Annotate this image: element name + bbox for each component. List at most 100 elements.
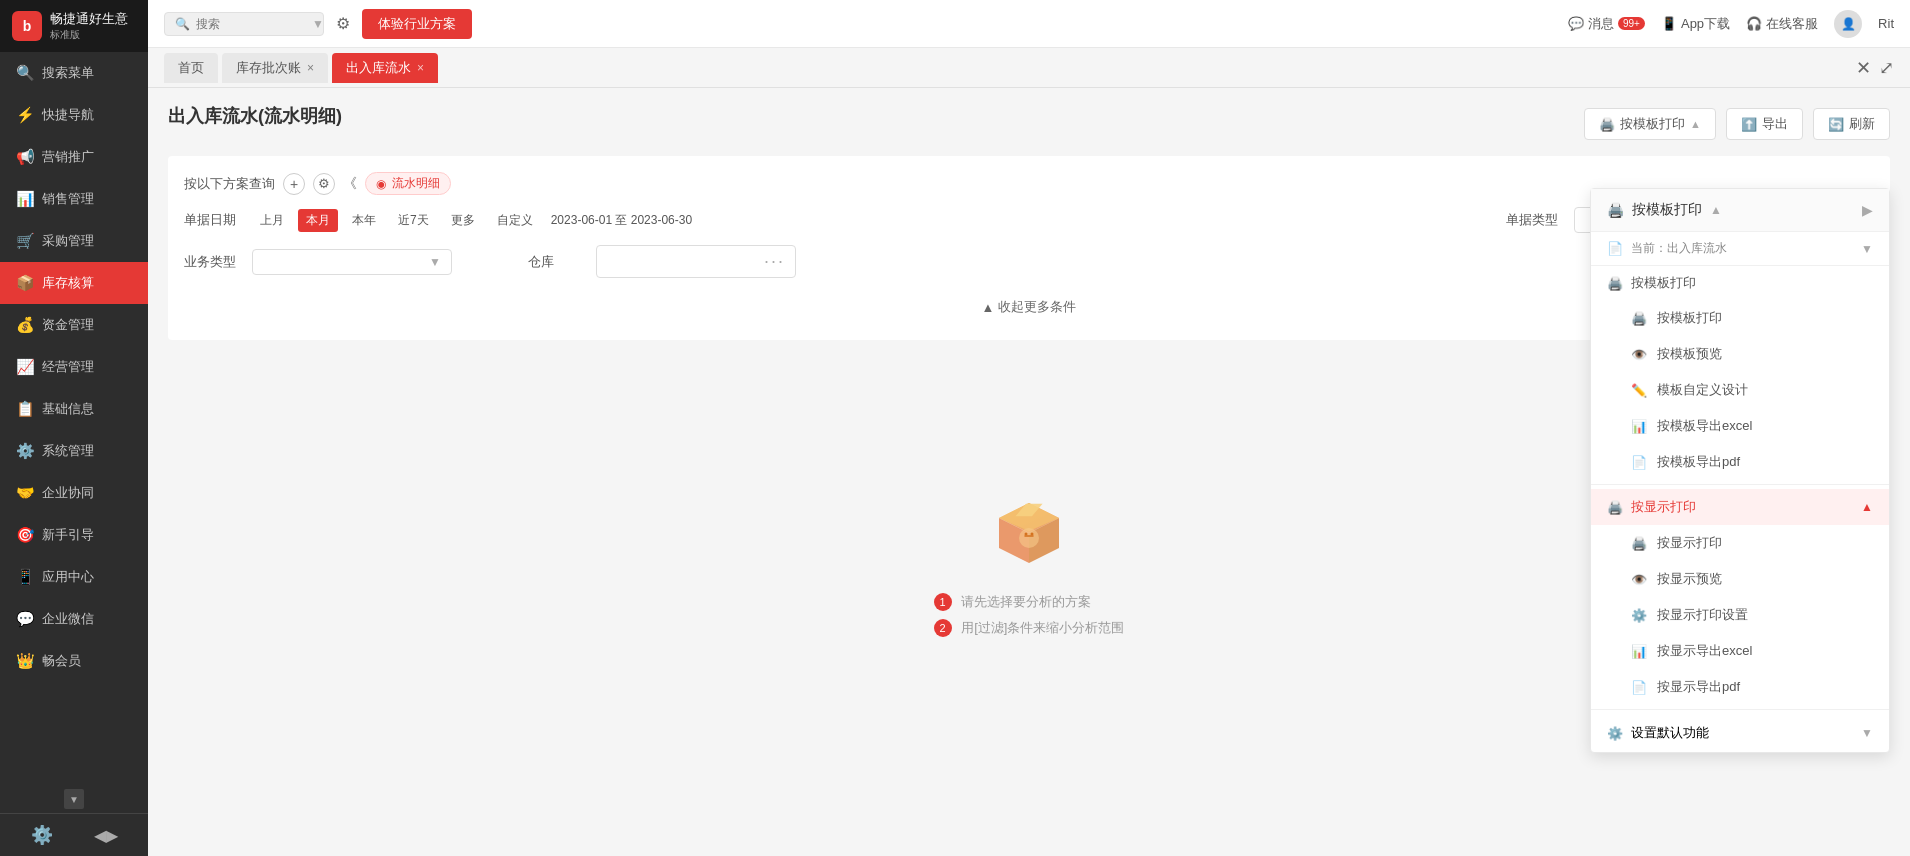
filter-chip-detail[interactable]: ◉ 流水明细 [365,172,451,195]
date-btn-custom[interactable]: 自定义 [489,209,541,232]
template-preview-item[interactable]: 👁️ 按模板预览 [1591,336,1889,372]
sidebar-scroll-down[interactable]: ▼ [64,789,84,809]
tab-close-inventory-batch[interactable]: × [307,61,314,75]
operation-icon: 📈 [16,358,34,376]
logo-text: 畅捷通好生意 标准版 [50,10,128,42]
finance-icon: 💰 [16,316,34,334]
quick-nav-icon: ⚡ [16,106,34,124]
export-btn[interactable]: ⬆️ 导出 [1726,108,1803,140]
filter-warehouse-select[interactable]: ··· [596,245,796,278]
tabs-window-controls: ✕ ⤢ [1856,57,1894,79]
display-print-settings-item[interactable]: ⚙️ 按显示打印设置 [1591,597,1889,633]
sidebar-item-finance[interactable]: 💰 资金管理 [0,304,148,346]
sidebar-item-guide[interactable]: 🎯 新手引导 [0,514,148,556]
set-default-btn[interactable]: ⚙️ 设置默认功能 [1607,724,1709,742]
service-btn[interactable]: 🎧 在线客服 [1746,15,1818,33]
date-btn-this-year[interactable]: 本年 [344,209,384,232]
template-export-excel-item[interactable]: 📊 按模板导出excel [1591,408,1889,444]
display-export-pdf-item[interactable]: 📄 按显示导出pdf [1591,669,1889,705]
print-dropdown-title: 🖨️ 按模板打印 ▲ [1607,201,1722,219]
gear-icon-topbar[interactable]: ⚙ [336,14,350,33]
template-custom-icon: ✏️ [1631,383,1647,398]
display-export-pdf-icon: 📄 [1631,680,1647,695]
search-dropdown-arrow[interactable]: ▼ [312,17,324,31]
template-export-pdf-item[interactable]: 📄 按模板导出pdf [1591,444,1889,480]
sidebar-item-wechat[interactable]: 💬 企业微信 [0,598,148,640]
warehouse-more-btn[interactable]: ··· [764,251,785,272]
display-print-section-icon: 🖨️ [1607,500,1623,515]
tab-current[interactable]: 出入库流水 × [332,53,438,83]
sidebar-item-quick-nav[interactable]: ⚡ 快捷导航 [0,94,148,136]
print-template-btn[interactable]: 🖨️ 按模板打印 ▲ [1584,108,1716,140]
message-btn[interactable]: 💬 消息 99+ [1568,15,1645,33]
phone-icon: 📱 [1661,16,1677,31]
sidebar-item-system[interactable]: ⚙️ 系统管理 [0,430,148,472]
print-dropdown-panel: 🖨️ 按模板打印 ▲ ▶ 📄 当前：出入库流水 ▼ 🖨️ [1590,188,1890,753]
tab-inventory-batch[interactable]: 库存批次账 × [222,53,328,83]
sidebar-item-purchase[interactable]: 🛒 采购管理 [0,220,148,262]
template-print-item[interactable]: 🖨️ 按模板打印 [1591,300,1889,336]
main-area: 🔍 ▼ ⚙ 体验行业方案 💬 消息 99+ 📱 App下载 🎧 在线客服 👤 [148,0,1910,856]
inventory-icon: 📦 [16,274,34,292]
sidebar-logo: b 畅捷通好生意 标准版 [0,0,148,52]
window-close-btn[interactable]: ✕ [1856,57,1871,79]
filter-collapse-left-btn[interactable]: 《 [343,175,357,193]
guide-icon: 🎯 [16,526,34,544]
settings-icon[interactable]: ⚙️ [31,824,53,846]
date-range-display: 2023-06-01 至 2023-06-30 [551,212,692,229]
tab-home[interactable]: 首页 [164,53,218,83]
logo-icon: b [12,11,42,41]
display-print-section-header[interactable]: 🖨️ 按显示打印 ▲ [1591,489,1889,525]
sidebar-item-sales[interactable]: 📊 销售管理 [0,178,148,220]
avatar[interactable]: 👤 [1834,10,1862,38]
marketing-icon: 📢 [16,148,34,166]
trial-btn[interactable]: 体验行业方案 [362,9,472,39]
filter-add-btn[interactable]: + [283,173,305,195]
filter-config-btn[interactable]: ⚙ [313,173,335,195]
template-custom-item[interactable]: ✏️ 模板自定义设计 [1591,372,1889,408]
purchase-icon: 🛒 [16,232,34,250]
print-dropdown-header: 🖨️ 按模板打印 ▲ ▶ [1591,189,1889,232]
hint-num-2: 2 [934,619,952,637]
template-print-section: 🖨️ 按模板打印 🖨️ 按模板打印 👁️ 按模板预览 ✏️ 模板自定义设计 [1591,266,1889,480]
headset-icon: 🎧 [1746,16,1762,31]
print-dropdown-close-arrow[interactable]: ▶ [1862,202,1873,218]
tab-close-current[interactable]: × [417,61,424,75]
date-btn-7days[interactable]: 近7天 [390,209,437,232]
display-print-item[interactable]: 🖨️ 按显示打印 [1591,525,1889,561]
sidebar-item-inventory[interactable]: 📦 库存核算 [0,262,148,304]
sidebar-item-search[interactable]: 🔍 搜索菜单 [0,52,148,94]
footer-dropdown-arrow: ▼ [1861,726,1873,740]
sidebar-item-marketing[interactable]: 📢 营销推广 [0,136,148,178]
topbar: 🔍 ▼ ⚙ 体验行业方案 💬 消息 99+ 📱 App下载 🎧 在线客服 👤 [148,0,1910,48]
search-input[interactable] [196,17,306,31]
filter-biz-type-select[interactable]: ▼ [252,249,452,275]
template-export-pdf-icon: 📄 [1631,455,1647,470]
apps-icon: 📱 [16,568,34,586]
date-btn-more[interactable]: 更多 [443,209,483,232]
template-print-section-icon: 🖨️ [1607,276,1623,291]
hint-num-1: 1 [934,593,952,611]
sidebar-item-member[interactable]: 👑 畅会员 [0,640,148,682]
sidebar-item-collab[interactable]: 🤝 企业协同 [0,472,148,514]
print-dropdown-arrow-icon: ▲ [1690,118,1701,130]
template-print-section-header[interactable]: 🖨️ 按模板打印 [1591,266,1889,300]
sidebar-item-apps[interactable]: 📱 应用中心 [0,556,148,598]
date-btn-last-month[interactable]: 上月 [252,209,292,232]
template-print-section-title: 🖨️ 按模板打印 [1607,274,1696,292]
collapse-more-btn[interactable]: ▲ 收起更多条件 [982,298,1077,316]
collapse-sidebar-icon[interactable]: ◀▶ [94,826,118,845]
filter-biz-type-field: 业务类型 ▼ [184,249,452,275]
date-btn-this-month[interactable]: 本月 [298,209,338,232]
refresh-btn[interactable]: 🔄 刷新 [1813,108,1890,140]
sidebar-item-operation[interactable]: 📈 经营管理 [0,346,148,388]
app-download-btn[interactable]: 📱 App下载 [1661,15,1730,33]
page-title: 出入库流水(流水明细) [168,104,342,128]
topbar-search-box[interactable]: 🔍 ▼ [164,12,324,36]
svg-point-8 [1031,533,1034,536]
sidebar-item-basic[interactable]: 📋 基础信息 [0,388,148,430]
refresh-icon: 🔄 [1828,117,1844,132]
window-expand-btn[interactable]: ⤢ [1879,57,1894,79]
display-preview-item[interactable]: 👁️ 按显示预览 [1591,561,1889,597]
display-export-excel-item[interactable]: 📊 按显示导出excel [1591,633,1889,669]
